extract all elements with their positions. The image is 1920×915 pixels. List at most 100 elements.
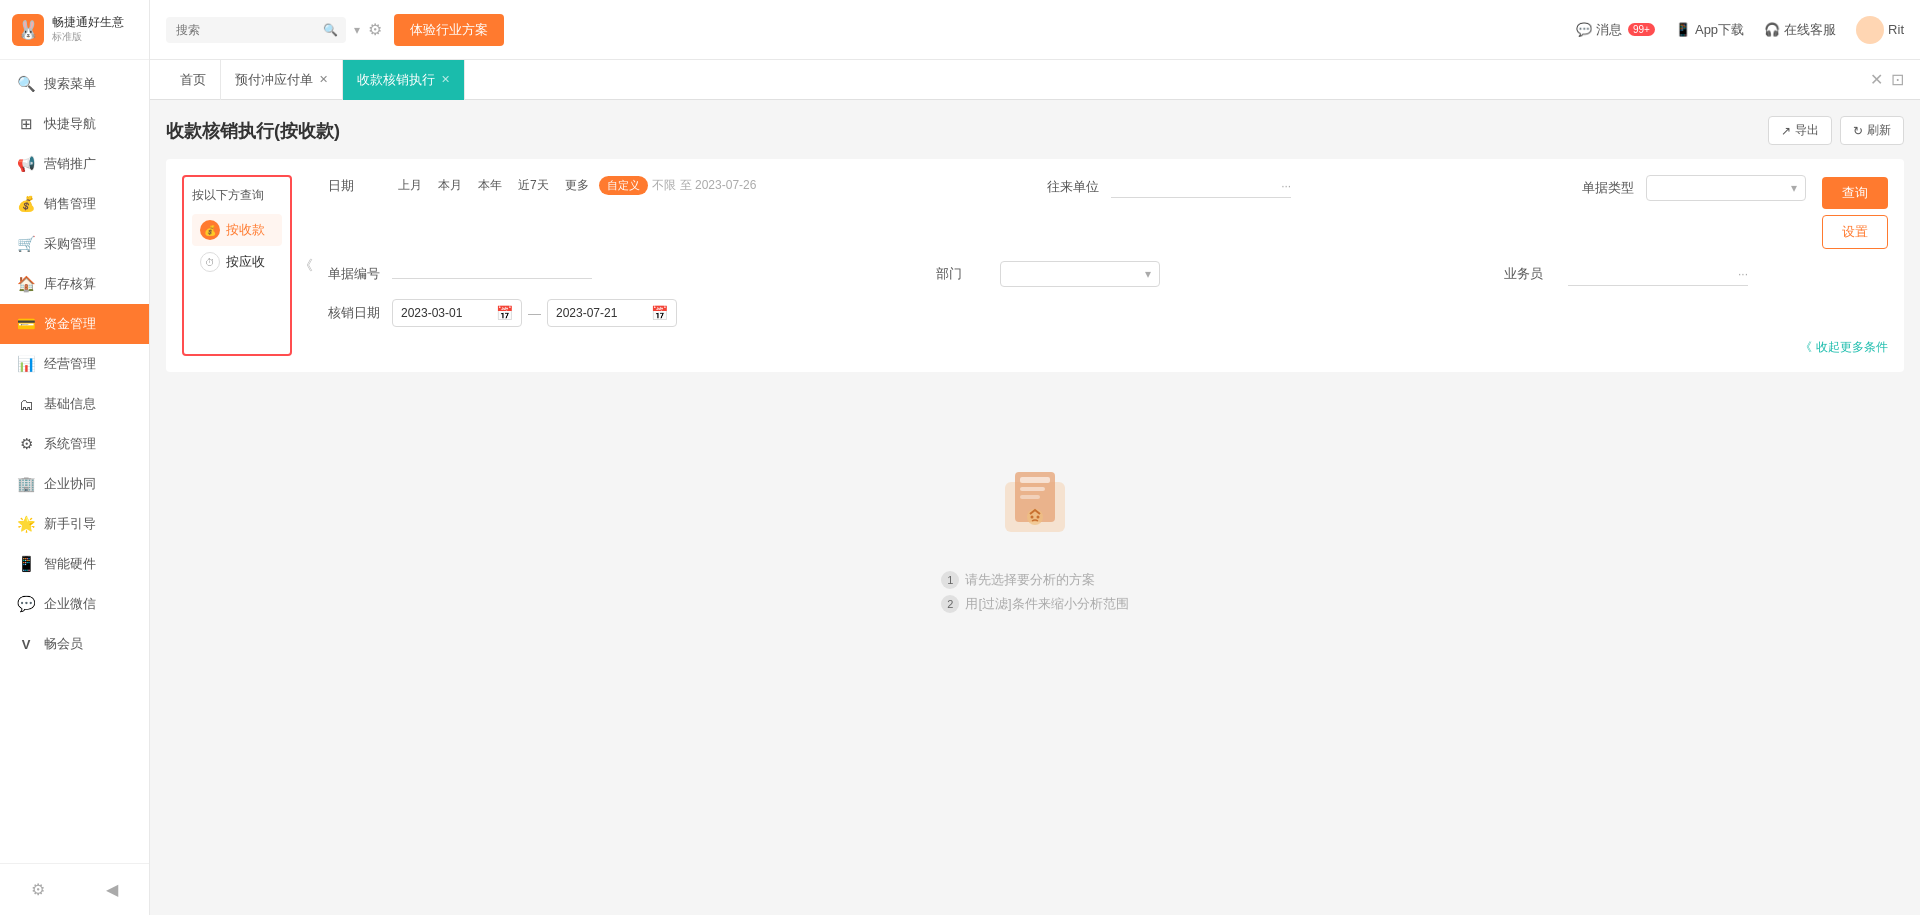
docnumber-input[interactable] [392,270,592,279]
sidebar-item-wechat[interactable]: 💬 企业微信 [0,584,149,624]
sidebar-item-member[interactable]: V 畅会员 [0,624,149,664]
empty-illustration [985,452,1085,555]
hint-num-2: 2 [941,595,959,613]
sales-nav-icon: 💰 [16,194,36,214]
sidebar-item-guide[interactable]: 🌟 新手引导 [0,504,149,544]
tab-prepay[interactable]: 预付冲应付单 ✕ [221,60,343,100]
sidebar-item-label: 畅会员 [44,635,83,653]
sidebar-item-basic[interactable]: 🗂 基础信息 [0,384,149,424]
date-to: 至 2023-07-26 [680,177,757,194]
sidebar-item-label: 快捷导航 [44,115,96,133]
refresh-button[interactable]: ↻ 刷新 [1840,116,1904,145]
sidebar-item-purchase[interactable]: 🛒 采购管理 [0,224,149,264]
writeoff-start-value: 2023-03-01 [401,306,462,320]
page-actions: ↗ 导出 ↻ 刷新 [1768,116,1904,145]
sidebar-item-label: 企业微信 [44,595,96,613]
date-range-separator: — [528,306,541,321]
dept-select[interactable]: ▾ [1000,261,1160,287]
sidebar-item-label: 库存核算 [44,275,96,293]
message-icon: 💬 [1576,22,1592,37]
hardware-nav-icon: 📱 [16,554,36,574]
sidebar-item-sales[interactable]: 💰 销售管理 [0,184,149,224]
finance-nav-icon: 💳 [16,314,36,334]
date-unlimited: 不限 [652,177,676,194]
writeoff-date-end[interactable]: 2023-07-21 📅 [547,299,677,327]
export-label: 导出 [1795,122,1819,139]
date-tab-lastmonth[interactable]: 上月 [392,175,428,196]
filter-by-receipt[interactable]: 💰 按收款 [192,214,282,246]
receivable-icon: ⏱ [200,252,220,272]
empty-hints: 1 请先选择要分析的方案 2 用[过滤]条件来缩小分析范围 [941,571,1128,619]
online-service-action[interactable]: 🎧 在线客服 [1764,21,1836,39]
sidebar-item-search[interactable]: 🔍 搜索菜单 [0,64,149,104]
doctype-select[interactable]: ▾ [1646,175,1806,201]
date-label: 日期 [328,177,384,195]
guide-nav-icon: 🌟 [16,514,36,534]
settings-bottom-icon[interactable]: ⚙ [25,874,51,905]
settings-button[interactable]: 设置 [1822,215,1888,249]
sidebar-item-hardware[interactable]: 📱 智能硬件 [0,544,149,584]
tab-prepay-label: 预付冲应付单 [235,71,313,89]
calendar-start-icon[interactable]: 📅 [496,305,513,321]
counterpart-dots[interactable]: ··· [1281,179,1291,193]
sidebar-item-enterprise[interactable]: 🏢 企业协同 [0,464,149,504]
tab-prepay-close-icon[interactable]: ✕ [319,73,328,86]
topbar-gear-icon[interactable]: ⚙ [368,20,382,39]
collapse-more-btn[interactable]: 《 收起更多条件 [1800,339,1888,356]
export-button[interactable]: ↗ 导出 [1768,116,1832,145]
sidebar-item-label: 企业协同 [44,475,96,493]
sidebar-item-label: 经营管理 [44,355,96,373]
service-icon: 🎧 [1764,22,1780,37]
member-nav-icon: V [16,634,36,654]
sidebar-item-marketing[interactable]: 📢 营销推广 [0,144,149,184]
collapse-sidebar-icon[interactable]: ◀ [100,874,124,905]
sidebar-item-inventory[interactable]: 🏠 库存核算 [0,264,149,304]
writeoff-date-range: 2023-03-01 📅 — 2023-07-21 📅 [392,299,677,327]
hint-num-1: 1 [941,571,959,589]
marketing-nav-icon: 📢 [16,154,36,174]
sidebar-item-quick[interactable]: ⊞ 快捷导航 [0,104,149,144]
calendar-end-icon[interactable]: 📅 [651,305,668,321]
date-tab-more[interactable]: 更多 [559,175,595,196]
user-profile[interactable]: Rit [1856,16,1904,44]
doctype-label: 单据类型 [1582,179,1638,197]
date-tab-thismonth[interactable]: 本月 [432,175,468,196]
window-expand-icon[interactable]: ⊡ [1891,70,1904,89]
filter-collapse-btn[interactable]: 《 [296,175,316,356]
page-header: 收款核销执行(按收款) ↗ 导出 ↻ 刷新 [166,116,1904,145]
search-input[interactable] [166,17,346,43]
writeoff-date-start[interactable]: 2023-03-01 📅 [392,299,522,327]
empty-hint-1: 1 请先选择要分析的方案 [941,571,1128,589]
tab-home[interactable]: 首页 [166,60,221,100]
industry-btn[interactable]: 体验行业方案 [394,14,504,46]
employee-dots[interactable]: ··· [1738,267,1748,281]
date-tab-thisyear[interactable]: 本年 [472,175,508,196]
message-action[interactable]: 💬 消息 99+ [1576,21,1655,39]
topbar-chevron-icon: ▾ [354,23,360,37]
purchase-nav-icon: 🛒 [16,234,36,254]
date-tab-custom[interactable]: 自定义 [599,176,648,195]
date-tab-7days[interactable]: 近7天 [512,175,555,196]
tab-writeoff-close-icon[interactable]: ✕ [441,73,450,86]
sidebar-item-system[interactable]: ⚙ 系统管理 [0,424,149,464]
app-download-action[interactable]: 📱 App下载 [1675,21,1744,39]
quick-nav-icon: ⊞ [16,114,36,134]
operations-nav-icon: 📊 [16,354,36,374]
logo-name: 畅捷通好生意 [52,15,124,31]
filter-by-receivable[interactable]: ⏱ 按应收 [192,246,282,278]
svg-rect-2 [1020,477,1050,483]
basic-nav-icon: 🗂 [16,394,36,414]
sidebar-item-operations[interactable]: 📊 经营管理 [0,344,149,384]
message-label: 消息 [1596,21,1622,39]
docnumber-label: 单据编号 [328,265,384,283]
refresh-icon: ↻ [1853,124,1863,138]
hint-text-1: 请先选择要分析的方案 [965,571,1095,589]
tab-writeoff[interactable]: 收款核销执行 ✕ [343,60,465,100]
collapse-more-label: 收起更多条件 [1816,339,1888,356]
sidebar-item-label: 智能硬件 [44,555,96,573]
filter-receivable-label: 按应收 [226,253,265,271]
sidebar-item-finance[interactable]: 💳 资金管理 [0,304,149,344]
query-button[interactable]: 查询 [1822,177,1888,209]
window-close-icon[interactable]: ✕ [1870,70,1883,89]
online-service-label: 在线客服 [1784,21,1836,39]
